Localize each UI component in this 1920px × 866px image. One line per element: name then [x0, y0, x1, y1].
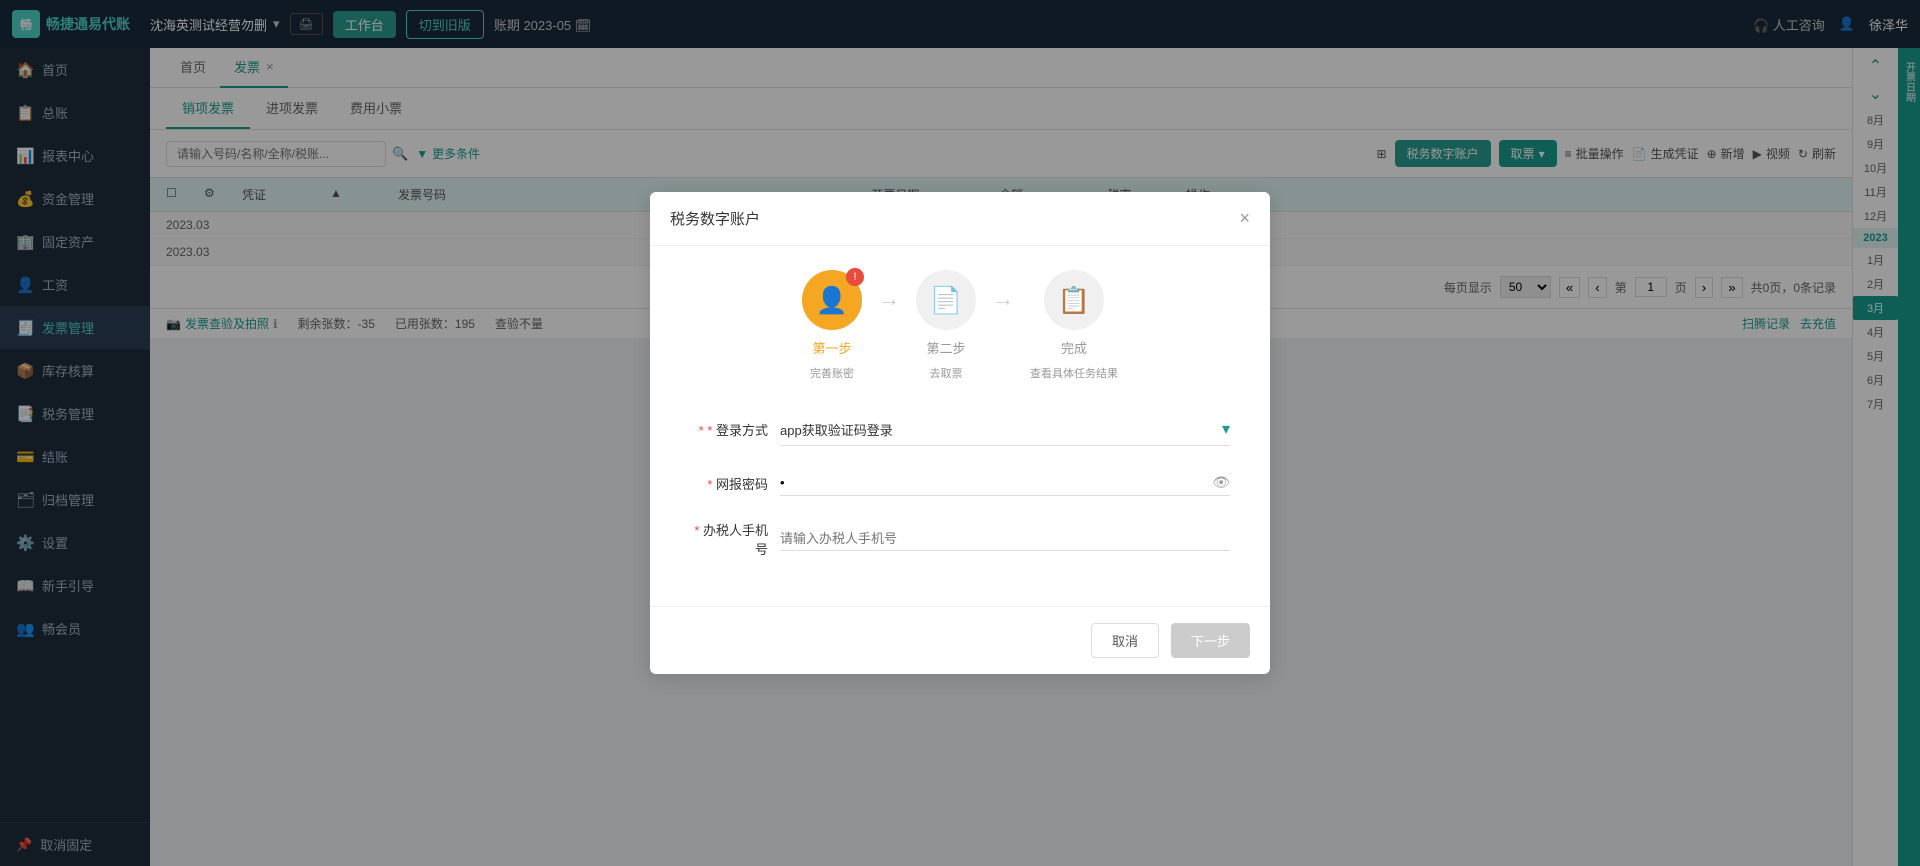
step-arrow-1: → [862, 286, 916, 312]
step-2-icon-wrap: 📄 [916, 270, 976, 330]
step-1-person-icon: 👤 [816, 285, 848, 316]
password-input[interactable] [780, 475, 1212, 490]
step-2-label: 第二步 [926, 338, 965, 357]
login-method-value: app获取验证码登录 [780, 420, 893, 439]
step-3-icon-wrap: 📋 [1044, 270, 1104, 330]
step-3-label: 完成 [1061, 338, 1087, 357]
steps-container: 👤 ! 第一步 完善账密 → 📄 第二步 去取票 → [670, 270, 1250, 381]
login-method-label: * 登录方式 [690, 420, 780, 439]
next-button[interactable]: 下一步 [1171, 623, 1250, 658]
password-label: * 网报密码 [690, 474, 780, 493]
modal-body: 👤 ! 第一步 完善账密 → 📄 第二步 去取票 → [650, 246, 1270, 606]
password-eye-icon[interactable]: 👁 [1212, 474, 1230, 491]
step-1-badge: ! [846, 268, 864, 286]
tax-digital-modal: 税务数字账户 × 👤 ! 第一步 完善账密 → [650, 192, 1270, 674]
step-3-checklist-icon: 📋 [1058, 285, 1090, 316]
login-method-select[interactable]: app获取验证码登录 ▾ [780, 413, 1230, 446]
password-row: * 网报密码 👁 [690, 470, 1230, 496]
login-method-dropdown-icon: ▾ [1222, 419, 1230, 439]
step-arrow-2: → [976, 286, 1030, 312]
step-1-icon-wrap: 👤 ! [802, 270, 862, 330]
step-2-doc-icon: 📄 [930, 285, 962, 316]
step-1-desc: 完善账密 [810, 365, 854, 381]
modal-footer: 取消 下一步 [650, 606, 1270, 674]
modal-close-button[interactable]: × [1239, 208, 1250, 229]
step-2-desc: 去取票 [930, 365, 963, 381]
step-3: 📋 完成 查看具体任务结果 [1030, 270, 1118, 381]
step-2: 📄 第二步 去取票 [916, 270, 976, 381]
phone-row: * 办税人手机号 [690, 520, 1230, 558]
step-3-desc: 查看具体任务结果 [1030, 365, 1118, 381]
modal-title: 税务数字账户 [670, 208, 760, 229]
phone-input[interactable] [780, 531, 1230, 546]
modal-header: 税务数字账户 × [650, 192, 1270, 246]
modal-form: * 登录方式 app获取验证码登录 ▾ * 网报密码 👁 [670, 413, 1250, 558]
login-method-row: * 登录方式 app获取验证码登录 ▾ [690, 413, 1230, 446]
phone-label: * 办税人手机号 [690, 520, 780, 558]
phone-input-wrap [780, 527, 1230, 551]
step-1: 👤 ! 第一步 完善账密 [802, 270, 862, 381]
cancel-button[interactable]: 取消 [1091, 623, 1159, 658]
modal-overlay: 税务数字账户 × 👤 ! 第一步 完善账密 → [0, 0, 1920, 866]
password-input-wrap: 👁 [780, 470, 1230, 496]
step-1-label: 第一步 [812, 338, 851, 357]
